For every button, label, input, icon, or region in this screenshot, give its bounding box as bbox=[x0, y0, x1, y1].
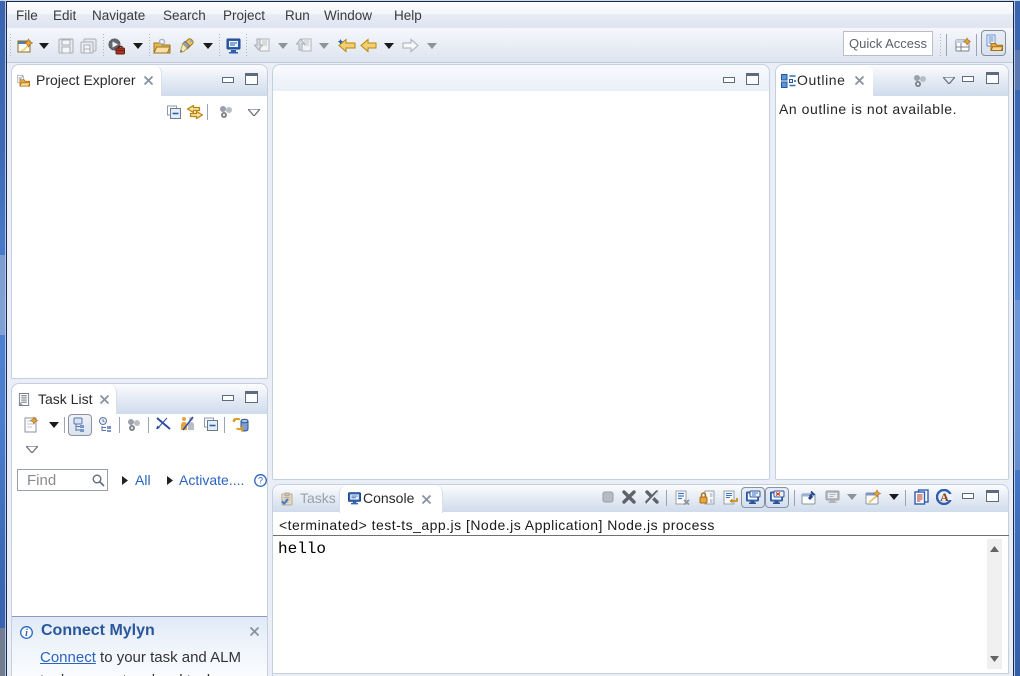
svg-text:?: ? bbox=[258, 476, 263, 486]
svg-text:i: i bbox=[25, 628, 28, 639]
svg-text:A: A bbox=[940, 490, 949, 504]
